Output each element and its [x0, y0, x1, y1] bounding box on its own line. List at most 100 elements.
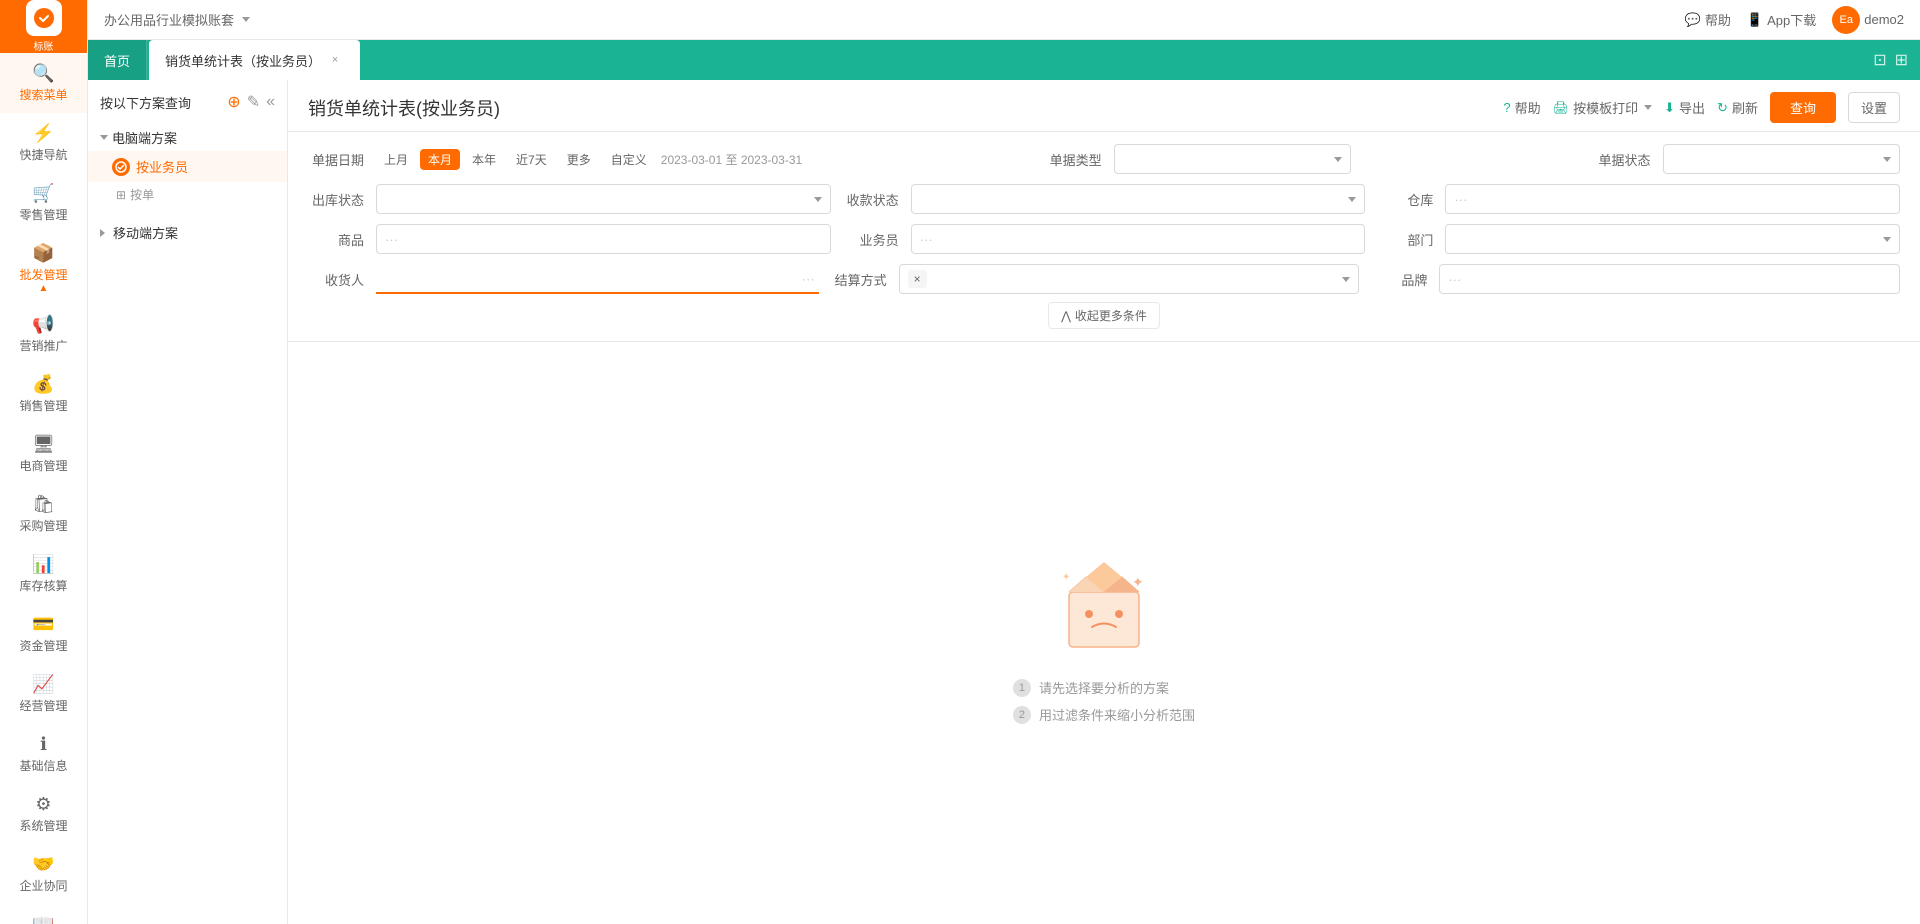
topbar: 办公用品行业模拟账套 💬 帮助 📱 App下载 Ea demo2	[88, 0, 1920, 40]
message-button[interactable]: 💬 帮助	[1685, 10, 1731, 29]
warehouse-input[interactable]: ···	[1445, 184, 1900, 214]
pc-scheme-title[interactable]: 电脑端方案	[88, 124, 287, 151]
date-tab-last-month[interactable]: 上月	[376, 149, 416, 170]
sidebar-item-label: 企业协同	[19, 877, 67, 894]
user-avatar-area[interactable]: Ea demo2	[1832, 6, 1904, 34]
sidebar-item-enterprise[interactable]: 🤝 企业协同	[0, 844, 88, 904]
tabbar: 首页 销货单统计表（按业务员） × ⊡ ⊞	[88, 40, 1920, 80]
pc-scheme-label: 电脑端方案	[112, 128, 177, 147]
payment-tag-close[interactable]: ×	[914, 272, 921, 286]
tab-close-icon[interactable]: ×	[327, 52, 343, 68]
add-scheme-icon[interactable]: ⊕	[227, 92, 240, 112]
search-icon: 🔍	[32, 63, 54, 84]
consignee-input[interactable]	[376, 264, 819, 294]
receipt-status-label: 收款状态	[843, 190, 899, 209]
consignee-dots[interactable]: ···	[802, 272, 815, 287]
sidebar-item-purchase[interactable]: 🛍 采购管理	[0, 484, 88, 544]
brand-input[interactable]: ···	[1439, 264, 1900, 294]
sidebar: 标账 🔍 搜索菜单 ⚡ 快捷导航 🛒 零售管理 📦 批发管理 ▲ 📢 营销推广 …	[0, 0, 88, 924]
scheme-sub-label: 按单	[130, 186, 154, 203]
tab-home[interactable]: 首页	[88, 40, 147, 80]
sidebar-item-sales[interactable]: 💰 销售管理	[0, 364, 88, 424]
doc-status-select[interactable]	[1663, 144, 1900, 174]
doc-type-label: 单据类型	[1046, 150, 1102, 169]
sidebar-item-quick-nav[interactable]: ⚡ 快捷导航	[0, 113, 88, 173]
sidebar-item-label: 资金管理	[19, 637, 67, 654]
message-icon: 💬	[1685, 12, 1701, 28]
sidebar-item-retail[interactable]: 🛒 零售管理	[0, 173, 88, 233]
purchase-icon: 🛍	[32, 494, 55, 515]
app-download-button[interactable]: 📱 App下载	[1747, 10, 1816, 29]
date-tabs: 上月 本月 本年 近7天 更多 自定义	[376, 149, 655, 170]
sidebar-item-label: 系统管理	[19, 817, 67, 834]
template-print-button[interactable]: 🖨 按模板打印	[1553, 98, 1653, 117]
goods-input[interactable]: ···	[376, 224, 831, 254]
doc-type-select[interactable]	[1114, 144, 1351, 174]
edit-scheme-icon[interactable]: ✎	[247, 92, 260, 112]
sidebar-item-basic[interactable]: ℹ 基础信息	[0, 724, 88, 784]
refresh-icon: ↻	[1717, 100, 1728, 116]
scheme-item-by-staff[interactable]: 按业务员	[88, 151, 287, 182]
sidebar-item-wholesale[interactable]: 📦 批发管理 ▲	[0, 233, 88, 304]
filter-row-2: 出库状态 收款状态 仓库 ···	[308, 184, 1900, 214]
refresh-button[interactable]: ↻ 刷新	[1717, 98, 1758, 117]
topbar-left: 办公用品行业模拟账套	[104, 10, 250, 29]
empty-hint-2: 2 用过滤条件来缩小分析范围	[1013, 705, 1195, 724]
sidebar-item-system[interactable]: ⚙ 系统管理	[0, 784, 88, 844]
date-range-display: 2023-03-01 至 2023-03-31	[661, 151, 802, 168]
out-status-select[interactable]	[376, 184, 831, 214]
query-button[interactable]: 查询	[1770, 92, 1836, 123]
settings-button[interactable]: 设置	[1848, 92, 1900, 123]
date-tab-7days[interactable]: 近7天	[508, 149, 555, 170]
warehouse-placeholder: ···	[1454, 192, 1467, 207]
doc-status-dropdown-icon	[1883, 157, 1891, 162]
staff-input[interactable]: ···	[911, 224, 1366, 254]
workspace-dropdown-icon[interactable]	[242, 17, 250, 22]
left-panel-actions: ⊕ ✎ «	[227, 92, 275, 112]
date-tab-more[interactable]: 更多	[559, 149, 599, 170]
date-tab-this-month[interactable]: 本月	[420, 149, 460, 170]
page-title: 销货单统计表(按业务员)	[308, 95, 500, 121]
newbie-icon: 📖	[32, 914, 54, 924]
export-button[interactable]: ⬇ 导出	[1664, 98, 1705, 117]
message-label: 帮助	[1705, 10, 1731, 29]
filter-row-1: 单据日期 上月 本月 本年 近7天 更多 自定义 2023-03-01 至 20…	[308, 144, 1900, 174]
warehouse-label: 仓库	[1377, 190, 1433, 209]
sidebar-item-inventory[interactable]: 📊 库存核算	[0, 544, 88, 604]
scheme-active-icon	[112, 158, 130, 176]
sidebar-item-newbie[interactable]: 📖 新手引导	[0, 904, 88, 924]
dept-select[interactable]	[1445, 224, 1900, 254]
mobile-scheme-title[interactable]: 移动端方案	[100, 223, 275, 242]
chevron-down-icon	[100, 135, 108, 140]
sidebar-item-business[interactable]: 📈 经营管理	[0, 664, 88, 724]
sidebar-item-finance[interactable]: 💳 资金管理	[0, 604, 88, 664]
workspace-label: 办公用品行业模拟账套	[104, 10, 234, 29]
payment-select[interactable]: ×	[899, 264, 1360, 294]
app-subtitle: 标账	[34, 38, 54, 53]
left-panel-header: 按以下方案查询 ⊕ ✎ «	[88, 92, 287, 120]
app-logo[interactable]: 标账	[0, 0, 88, 53]
help-button[interactable]: ? 帮助	[1503, 98, 1540, 117]
date-tab-this-year[interactable]: 本年	[464, 149, 504, 170]
sidebar-item-label: 批发管理	[19, 266, 67, 283]
tab-minimize-icon[interactable]: ⊡	[1873, 50, 1886, 70]
scheme-sub-item[interactable]: ⊞ 按单	[88, 182, 287, 207]
sidebar-item-ecommerce[interactable]: 🖥 电商管理	[0, 424, 88, 484]
sidebar-item-search[interactable]: 🔍 搜索菜单	[0, 53, 88, 113]
payment-label: 结算方式	[831, 270, 887, 289]
sidebar-item-label: 经营管理	[19, 697, 67, 714]
collapse-button[interactable]: ⋀ 收起更多条件	[1048, 302, 1160, 329]
retail-icon: 🛒	[32, 183, 54, 204]
tab-sales-stat[interactable]: 销货单统计表（按业务员） ×	[149, 40, 360, 80]
sidebar-item-marketing[interactable]: 📢 营销推广	[0, 304, 88, 364]
receipt-status-select[interactable]	[911, 184, 1366, 214]
collapse-panel-icon[interactable]: «	[266, 93, 275, 111]
brand-label: 品牌	[1371, 270, 1427, 289]
sidebar-item-label: 销售管理	[19, 397, 67, 414]
date-tab-custom[interactable]: 自定义	[603, 149, 655, 170]
mobile-scheme-label: 移动端方案	[113, 223, 178, 242]
sidebar-item-label: 搜索菜单	[19, 86, 67, 103]
tab-maximize-icon[interactable]: ⊞	[1895, 50, 1908, 70]
sidebar-item-label: 库存核算	[19, 577, 67, 594]
brand-placeholder: ···	[1448, 272, 1461, 287]
